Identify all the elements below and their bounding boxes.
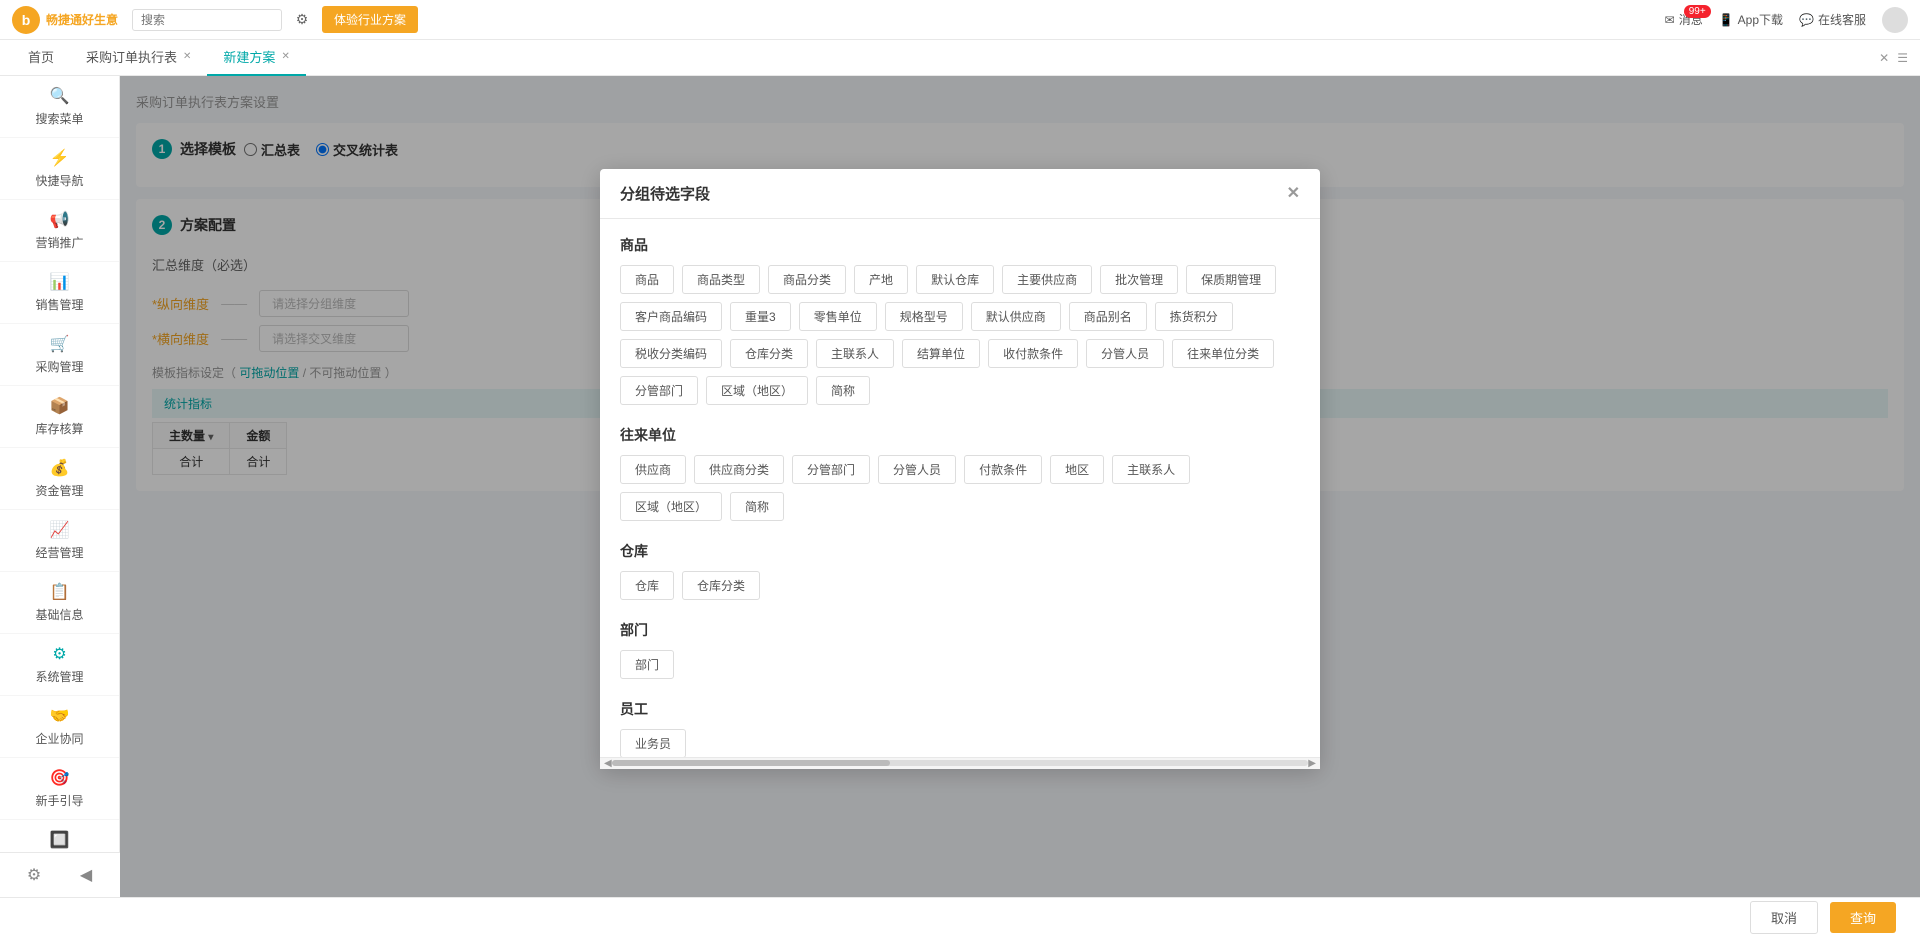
field-tag[interactable]: 结算单位 <box>902 339 980 368</box>
field-tag[interactable]: 保质期管理 <box>1186 265 1276 294</box>
section-product-title: 商品 <box>620 235 1300 255</box>
field-tag[interactable]: 商品别名 <box>1069 302 1147 331</box>
field-tag[interactable]: 简称 <box>816 376 870 405</box>
field-tag[interactable]: 分管人员 <box>878 455 956 484</box>
modal-header: 分组待选字段 ✕ <box>600 169 1320 219</box>
section-employee: 员工 业务员 <box>620 699 1300 757</box>
section-partner: 往来单位 供应商 供应商分类 分管部门 分管人员 付款条件 地区 主联系人 区域… <box>620 425 1300 521</box>
field-tag[interactable]: 收付款条件 <box>988 339 1078 368</box>
hscroll-right[interactable]: ▶ <box>1308 758 1316 769</box>
bottom-bar: 取消 查询 <box>0 897 1920 937</box>
field-tag[interactable]: 仓库分类 <box>730 339 808 368</box>
modal-horizontal-scrollbar[interactable]: ◀ ▶ <box>600 757 1320 769</box>
field-tag[interactable]: 简称 <box>730 492 784 521</box>
section-partner-tags: 供应商 供应商分类 分管部门 分管人员 付款条件 地区 主联系人 区域（地区） … <box>620 455 1300 521</box>
hscroll-thumb <box>612 760 891 766</box>
field-tag[interactable]: 区域（地区） <box>620 492 722 521</box>
field-tag[interactable]: 主要供应商 <box>1002 265 1092 294</box>
field-tag[interactable]: 付款条件 <box>964 455 1042 484</box>
field-tag[interactable]: 主联系人 <box>816 339 894 368</box>
section-warehouse: 仓库 仓库 仓库分类 <box>620 541 1300 600</box>
field-tag[interactable]: 批次管理 <box>1100 265 1178 294</box>
field-tag[interactable]: 规格型号 <box>885 302 963 331</box>
modal-body: 商品 商品 商品类型 商品分类 产地 默认仓库 主要供应商 批次管理 保质期管理… <box>600 219 1320 757</box>
field-tag[interactable]: 仓库分类 <box>682 571 760 600</box>
section-warehouse-tags: 仓库 仓库分类 <box>620 571 1300 600</box>
field-tag[interactable]: 业务员 <box>620 729 686 757</box>
section-warehouse-title: 仓库 <box>620 541 1300 561</box>
field-tag[interactable]: 税收分类编码 <box>620 339 722 368</box>
field-tag[interactable]: 往来单位分类 <box>1172 339 1274 368</box>
field-tag[interactable]: 供应商 <box>620 455 686 484</box>
field-tag[interactable]: 区域（地区） <box>706 376 808 405</box>
section-product-tags: 商品 商品类型 商品分类 产地 默认仓库 主要供应商 批次管理 保质期管理 客户… <box>620 265 1300 405</box>
section-dept: 部门 部门 <box>620 620 1300 679</box>
cancel-button[interactable]: 取消 <box>1750 901 1818 934</box>
field-tag[interactable]: 商品类型 <box>682 265 760 294</box>
modal-close-button[interactable]: ✕ <box>1287 183 1300 203</box>
field-select-modal: 分组待选字段 ✕ 商品 商品 商品类型 商品分类 产地 默认仓库 主要供应商 批… <box>600 169 1320 769</box>
modal-title: 分组待选字段 <box>620 183 710 204</box>
field-tag[interactable]: 分管部门 <box>620 376 698 405</box>
field-tag[interactable]: 主联系人 <box>1112 455 1190 484</box>
field-tag[interactable]: 默认供应商 <box>971 302 1061 331</box>
modal-overlay: 分组待选字段 ✕ 商品 商品 商品类型 商品分类 产地 默认仓库 主要供应商 批… <box>0 0 1920 937</box>
hscroll-track <box>612 760 1309 766</box>
field-tag[interactable]: 客户商品编码 <box>620 302 722 331</box>
section-dept-tags: 部门 <box>620 650 1300 679</box>
field-tag[interactable]: 零售单位 <box>799 302 877 331</box>
field-tag[interactable]: 拣货积分 <box>1155 302 1233 331</box>
field-tag[interactable]: 地区 <box>1050 455 1104 484</box>
field-tag[interactable]: 部门 <box>620 650 674 679</box>
field-tag[interactable]: 重量3 <box>730 302 791 331</box>
field-tag[interactable]: 供应商分类 <box>694 455 784 484</box>
field-tag[interactable]: 商品分类 <box>768 265 846 294</box>
section-product: 商品 商品 商品类型 商品分类 产地 默认仓库 主要供应商 批次管理 保质期管理… <box>620 235 1300 405</box>
field-tag[interactable]: 分管人员 <box>1086 339 1164 368</box>
field-tag[interactable]: 默认仓库 <box>916 265 994 294</box>
field-tag[interactable]: 产地 <box>854 265 908 294</box>
hscroll-left[interactable]: ◀ <box>604 758 612 769</box>
section-employee-title: 员工 <box>620 699 1300 719</box>
section-partner-title: 往来单位 <box>620 425 1300 445</box>
confirm-button[interactable]: 查询 <box>1830 902 1896 933</box>
field-tag[interactable]: 商品 <box>620 265 674 294</box>
section-dept-title: 部门 <box>620 620 1300 640</box>
field-tag[interactable]: 分管部门 <box>792 455 870 484</box>
section-employee-tags: 业务员 <box>620 729 1300 757</box>
field-tag[interactable]: 仓库 <box>620 571 674 600</box>
